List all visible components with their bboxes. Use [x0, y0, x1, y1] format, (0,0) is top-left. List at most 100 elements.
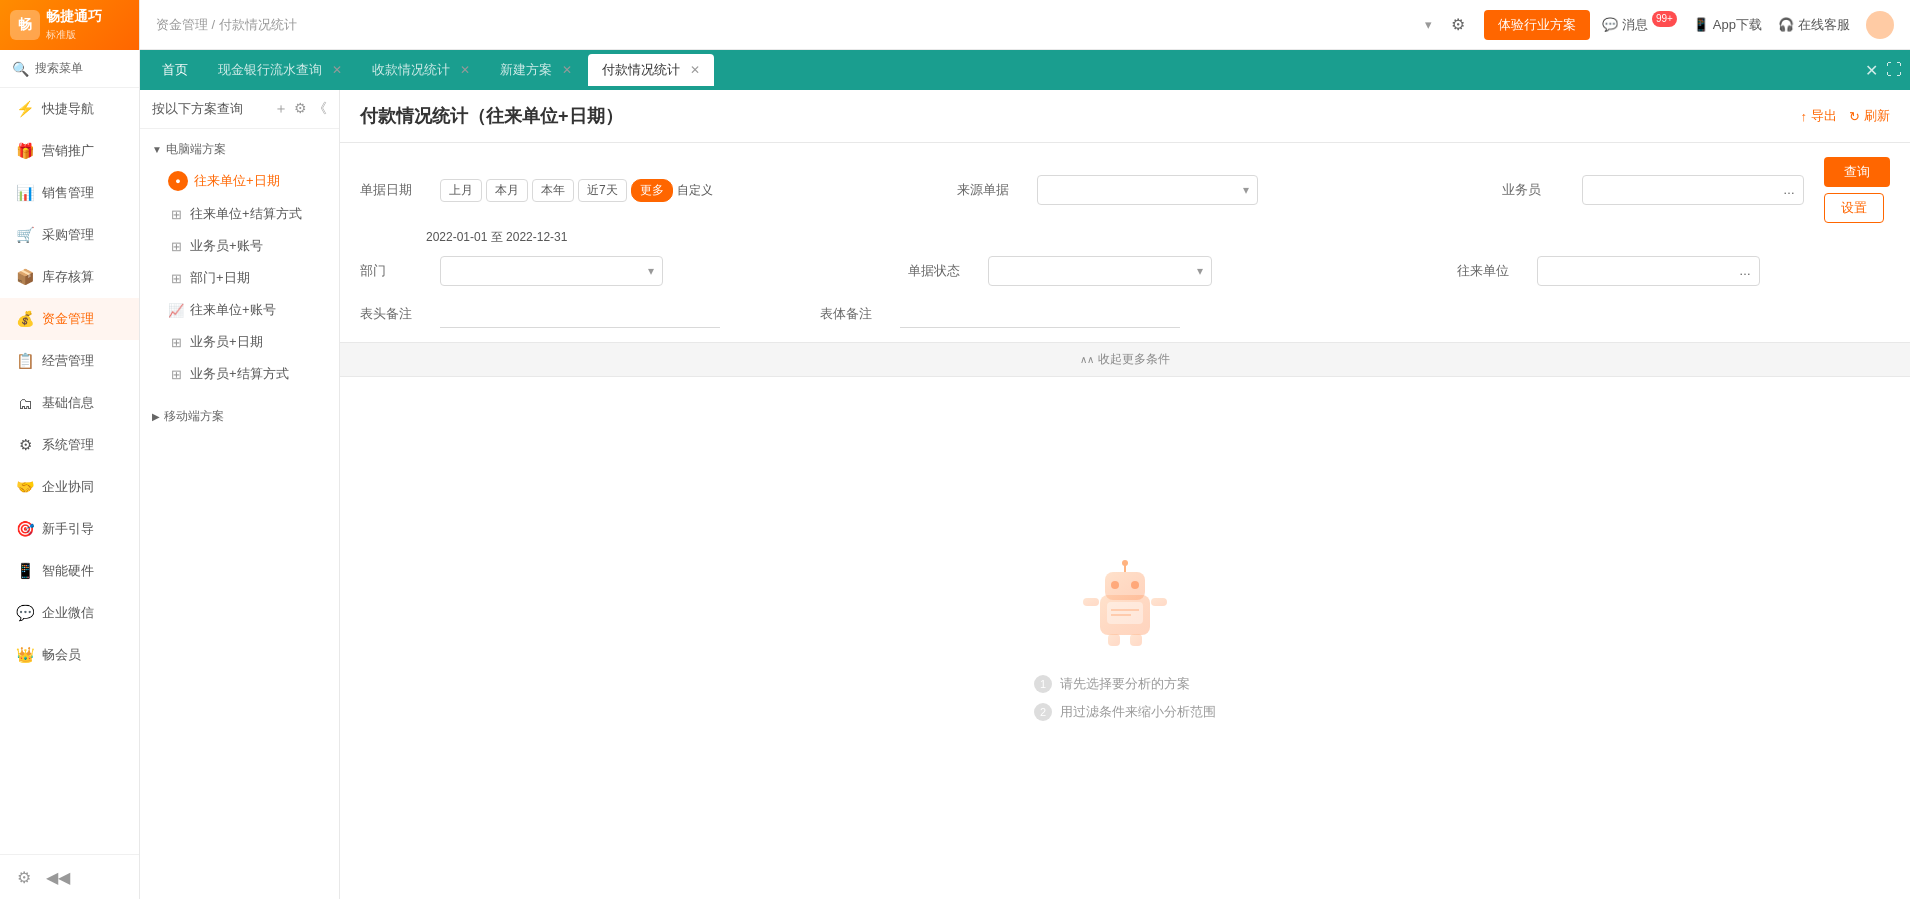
- export-label: 导出: [1811, 107, 1837, 125]
- tab-receipt-stats-close[interactable]: ✕: [460, 63, 470, 77]
- settings-button[interactable]: 设置: [1824, 193, 1884, 223]
- operation-icon: 📋: [16, 352, 34, 370]
- active-scheme-dot: ●: [168, 171, 188, 191]
- scheme-table-icon-3: ⊞: [168, 270, 184, 286]
- sidebar-item-operation[interactable]: 📋 经营管理: [0, 340, 139, 382]
- scheme-item-label-unit-date: 往来单位+日期: [194, 172, 280, 190]
- tab-bank-flow-close[interactable]: ✕: [332, 63, 342, 77]
- salesman-select[interactable]: …: [1582, 175, 1804, 205]
- export-button[interactable]: ↑ 导出: [1801, 107, 1838, 125]
- scheme-item-salesman-date[interactable]: ⊞ 业务员+日期: [140, 326, 339, 358]
- scheme-item-dept-date[interactable]: ⊞ 部门+日期: [140, 262, 339, 294]
- sidebar-search[interactable]: 🔍 搜索菜单: [0, 50, 139, 88]
- tab-home[interactable]: 首页: [148, 54, 202, 86]
- sidebar-label-member: 畅会员: [42, 646, 81, 664]
- sidebar-item-cooperation[interactable]: 🤝 企业协同: [0, 466, 139, 508]
- source-select[interactable]: ▾: [1037, 175, 1259, 205]
- dept-select[interactable]: ▾: [440, 256, 663, 286]
- filter-row-1: 单据日期 上月 本月 本年 近7天 更多 自定义 来源单据: [360, 157, 1890, 223]
- system-icon: ⚙: [16, 436, 34, 454]
- collapse-up-icon: ∧∧: [1080, 354, 1094, 365]
- partner-select[interactable]: …: [1537, 256, 1760, 286]
- settings-scheme-icon[interactable]: ⚙: [294, 100, 307, 118]
- sidebar-item-member[interactable]: 👑 畅会员: [0, 634, 139, 676]
- scheme-item-unit-account[interactable]: 📈 往来单位+账号: [140, 294, 339, 326]
- scheme-item-salesman-settlement[interactable]: ⊞ 业务员+结算方式: [140, 358, 339, 390]
- date-range-text: 2022-01-01 至 2022-12-31: [426, 228, 567, 246]
- topbar: 资金管理 / 付款情况统计 ▾ ⚙ 体验行业方案 💬 消息 99+ 📱 App下…: [140, 0, 1910, 50]
- sidebar-label-system: 系统管理: [42, 436, 94, 454]
- date-btn-last-7-days[interactable]: 近7天: [578, 179, 627, 202]
- voucher-status-label: 单据状态: [908, 262, 968, 280]
- pc-group-header[interactable]: ▼ 电脑端方案: [140, 135, 339, 164]
- sidebar-item-system[interactable]: ⚙ 系统管理: [0, 424, 139, 466]
- sales-icon: 📊: [16, 184, 34, 202]
- refresh-button[interactable]: ↻ 刷新: [1849, 107, 1890, 125]
- user-avatar[interactable]: [1866, 11, 1894, 39]
- tab-receipt-stats[interactable]: 收款情况统计 ✕: [358, 54, 484, 86]
- scheme-item-label-salesman-settlement: 业务员+结算方式: [190, 365, 289, 383]
- sidebar-label-operation: 经营管理: [42, 352, 94, 370]
- date-btn-this-year[interactable]: 本年: [532, 179, 574, 202]
- left-panel-icons: ＋ ⚙ 《: [274, 100, 327, 118]
- tab-payment-stats-close[interactable]: ✕: [690, 63, 700, 77]
- collapse-panel-icon[interactable]: 《: [313, 100, 327, 118]
- sidebar-item-wechat[interactable]: 💬 企业微信: [0, 592, 139, 634]
- collapse-sidebar-icon[interactable]: ◀◀: [46, 865, 70, 889]
- sidebar-item-basic-info[interactable]: 🗂 基础信息: [0, 382, 139, 424]
- empty-step-2: 2 用过滤条件来缩小分析范围: [1034, 703, 1216, 721]
- table-header-note-label: 表头备注: [360, 305, 420, 323]
- tab-bank-flow[interactable]: 现金银行流水查询 ✕: [204, 54, 356, 86]
- svg-point-5: [1122, 560, 1128, 566]
- settings-bottom-icon[interactable]: ⚙: [12, 865, 36, 889]
- date-btn-last-month[interactable]: 上月: [440, 179, 482, 202]
- date-custom-label: 自定义: [677, 182, 713, 199]
- tab-payment-stats[interactable]: 付款情况统计 ✕: [588, 54, 714, 86]
- sidebar-label-sales: 销售管理: [42, 184, 94, 202]
- sidebar-item-guide[interactable]: 🎯 新手引导: [0, 508, 139, 550]
- tab-expand-icon[interactable]: ⛶: [1886, 61, 1902, 79]
- sidebar-label-inventory: 库存核算: [42, 268, 94, 286]
- add-scheme-icon[interactable]: ＋: [274, 100, 288, 118]
- svg-rect-10: [1107, 602, 1143, 624]
- scheme-item-unit-settlement[interactable]: ⊞ 往来单位+结算方式: [140, 198, 339, 230]
- sidebar-item-inventory[interactable]: 📦 库存核算: [0, 256, 139, 298]
- tab-close-all-icon[interactable]: ✕: [1865, 61, 1878, 80]
- finance-icon: 💰: [16, 310, 34, 328]
- scheme-item-unit-date[interactable]: ● 往来单位+日期: [140, 164, 339, 198]
- topbar-gear-icon[interactable]: ⚙: [1444, 11, 1472, 39]
- sidebar-item-hardware[interactable]: 📱 智能硬件: [0, 550, 139, 592]
- left-panel-title: 按以下方案查询: [152, 100, 243, 118]
- tab-new-scheme[interactable]: 新建方案 ✕: [486, 54, 586, 86]
- mobile-group-header[interactable]: ▶ 移动端方案: [140, 402, 339, 431]
- sidebar-label-guide: 新手引导: [42, 520, 94, 538]
- tab-receipt-stats-label: 收款情况统计: [372, 61, 450, 79]
- date-btn-this-month[interactable]: 本月: [486, 179, 528, 202]
- sidebar-item-quick-nav[interactable]: ⚡ 快捷导航: [0, 88, 139, 130]
- customer-service-button[interactable]: 🎧 在线客服: [1778, 16, 1850, 34]
- robot-illustration: [1075, 560, 1175, 650]
- sidebar-item-purchase[interactable]: 🛒 采购管理: [0, 214, 139, 256]
- table-header-note-input[interactable]: [440, 300, 720, 328]
- voucher-status-select[interactable]: ▾: [988, 256, 1211, 286]
- scheme-table-icon-1: ⊞: [168, 206, 184, 222]
- messages-badge: 99+: [1652, 11, 1677, 27]
- partner-dots: …: [1739, 264, 1751, 278]
- app-download-button[interactable]: 📱 App下载: [1693, 16, 1762, 34]
- sidebar-item-sales[interactable]: 📊 销售管理: [0, 172, 139, 214]
- sidebar-item-finance[interactable]: 💰 资金管理: [0, 298, 139, 340]
- collapse-bar: ∧∧ 收起更多条件: [340, 343, 1910, 377]
- date-btn-more[interactable]: 更多: [631, 179, 673, 202]
- guide-icon: 🎯: [16, 520, 34, 538]
- messages-button[interactable]: 💬 消息 99+: [1602, 16, 1677, 34]
- salesman-filter-label: 业务员: [1502, 181, 1562, 199]
- topbar-chevron-icon[interactable]: ▾: [1425, 17, 1432, 32]
- empty-icon-container: [1065, 555, 1185, 655]
- query-button[interactable]: 查询: [1824, 157, 1890, 187]
- scheme-item-salesman-account[interactable]: ⊞ 业务员+账号: [140, 230, 339, 262]
- trial-button[interactable]: 体验行业方案: [1484, 10, 1590, 40]
- tab-new-scheme-close[interactable]: ✕: [562, 63, 572, 77]
- table-body-note-input[interactable]: [900, 300, 1180, 328]
- sidebar-item-marketing[interactable]: 🎁 营销推广: [0, 130, 139, 172]
- collapse-button[interactable]: ∧∧ 收起更多条件: [1080, 351, 1170, 368]
